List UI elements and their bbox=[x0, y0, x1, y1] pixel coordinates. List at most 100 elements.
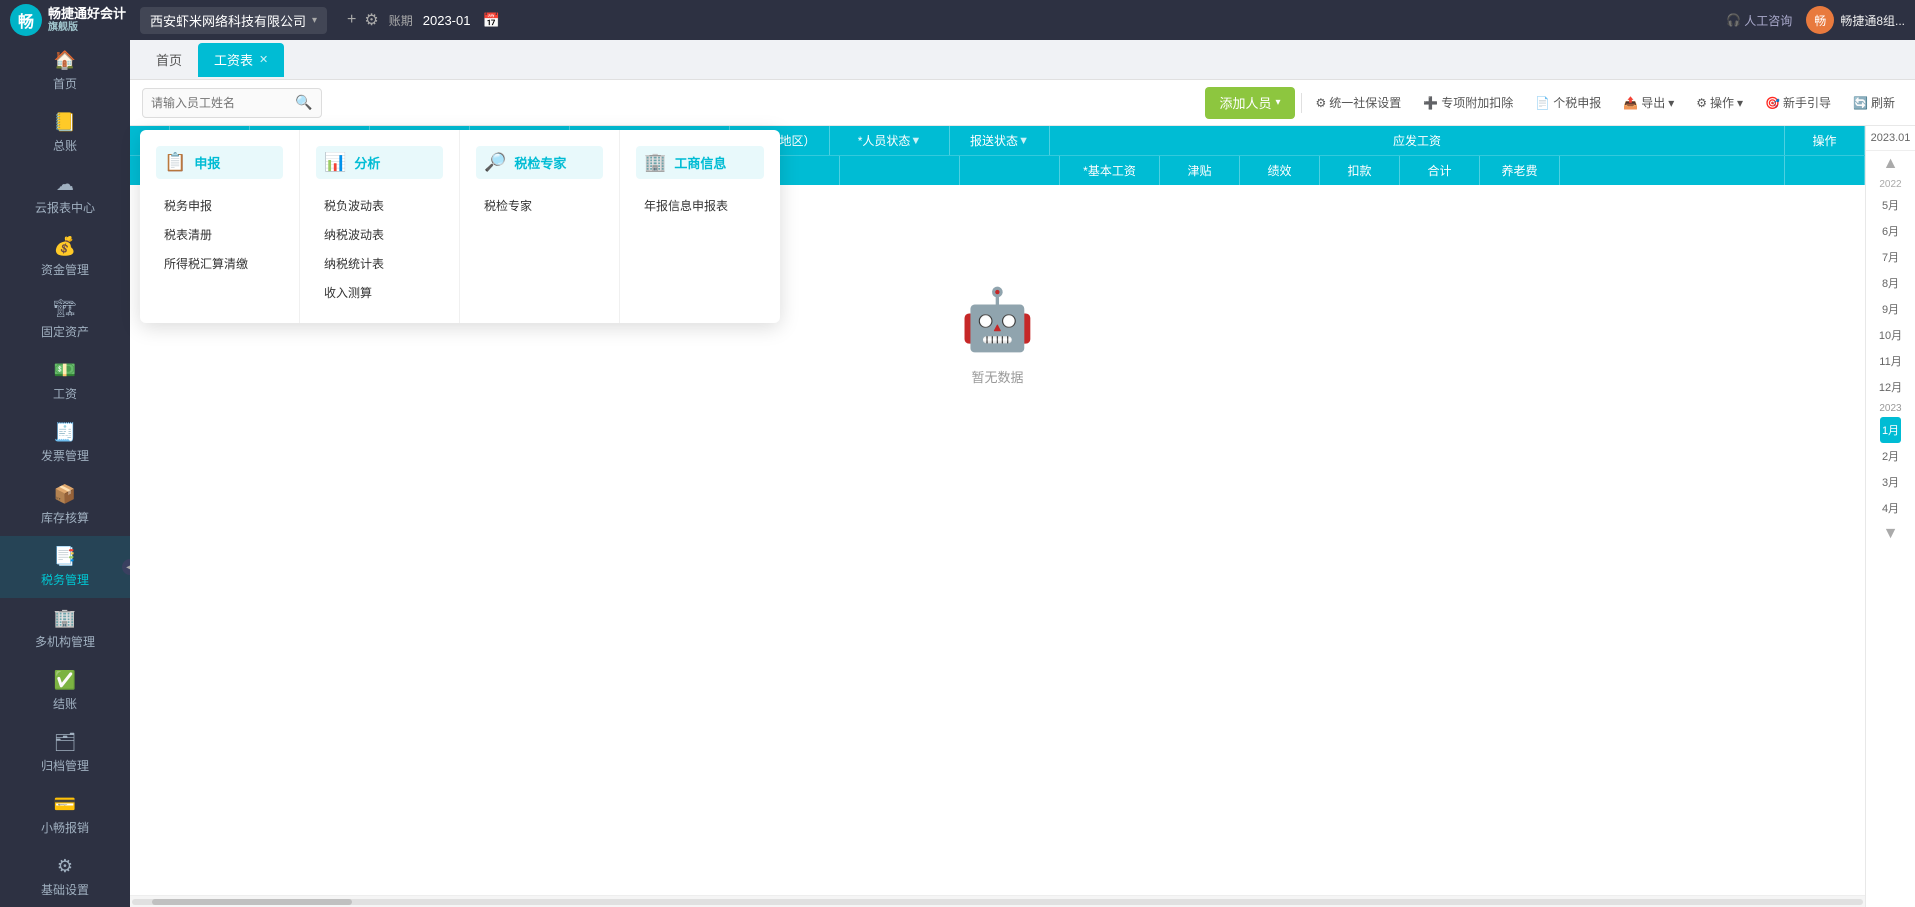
timeline-month-8月[interactable]: 8月 bbox=[1877, 270, 1904, 296]
popup-item-税负波动表[interactable]: 税负波动表 bbox=[316, 191, 443, 220]
sidebar-label-inventory: 库存核算 bbox=[41, 509, 89, 526]
add-person-button[interactable]: 添加人员 ▾ bbox=[1205, 87, 1294, 119]
export-btn[interactable]: 📤 导出 ▾ bbox=[1615, 90, 1682, 115]
popup-item-所得税汇算清缴[interactable]: 所得税汇算清缴 bbox=[156, 249, 283, 278]
period-value[interactable]: 2023-01 bbox=[423, 13, 471, 28]
timeline-year-label: 2022 bbox=[1877, 177, 1903, 192]
timeline-month-5月[interactable]: 5月 bbox=[1877, 192, 1904, 218]
tax-icon: 📑 bbox=[54, 546, 76, 567]
tab-close-icon[interactable]: ✕ bbox=[259, 53, 268, 66]
th-perf: 绩效 bbox=[1240, 156, 1320, 185]
social-insurance-btn[interactable]: ⚙ 统一社保设置 bbox=[1308, 90, 1410, 115]
payroll-icon: 💵 bbox=[54, 360, 76, 381]
export-icon: 📤 bbox=[1623, 96, 1638, 110]
th-wages-group: 应发工资 bbox=[1050, 126, 1785, 155]
timeline-nav-down[interactable]: ▼ bbox=[1879, 521, 1903, 547]
th-sub-op bbox=[1785, 156, 1865, 185]
sidebar-label-settlement: 结账 bbox=[53, 695, 77, 712]
operate-btn[interactable]: ⚙ 操作 ▾ bbox=[1688, 90, 1751, 115]
sidebar-item-multi_org[interactable]: 🏢 多机构管理 bbox=[0, 598, 130, 660]
sidebar-item-marketing[interactable]: 💳 小畅报销 bbox=[0, 784, 130, 846]
settlement-icon: ✅ bbox=[54, 670, 76, 691]
popup-section-icon-business_info: 🏢 bbox=[644, 152, 666, 173]
add-company-icon[interactable]: + bbox=[347, 11, 356, 29]
special-deduction-btn[interactable]: ➕ 专项附加扣除 bbox=[1415, 90, 1521, 115]
sidebar-label-basic_settings: 基础设置 bbox=[41, 881, 89, 898]
popup-item-纳税统计表[interactable]: 纳税统计表 bbox=[316, 249, 443, 278]
popup-item-税务申报[interactable]: 税务申报 bbox=[156, 191, 283, 220]
filter-icon-report: ▼ bbox=[1018, 135, 1029, 147]
timeline-month-11月[interactable]: 11月 bbox=[1877, 348, 1904, 374]
th-allowance: 津贴 bbox=[1160, 156, 1240, 185]
sidebar-label-cloud_report: 云报表中心 bbox=[35, 199, 95, 216]
tab-payroll[interactable]: 工资表 ✕ bbox=[198, 43, 284, 77]
sidebar-item-fund[interactable]: 💰 资金管理 bbox=[0, 226, 130, 288]
period-edit-icon[interactable]: 📅 bbox=[482, 12, 499, 29]
popup-section-analysis: 📊 分析 税负波动表纳税波动表纳税统计表收入测算 bbox=[300, 130, 460, 323]
search-icon: 🔍 bbox=[295, 94, 312, 111]
popup-section-business_info: 🏢 工商信息 年报信息申报表 bbox=[620, 130, 780, 323]
sidebar-item-tax[interactable]: 📑 税务管理 ◀ bbox=[0, 536, 130, 598]
scrollbar-area bbox=[130, 895, 1865, 907]
marketing-icon: 💳 bbox=[54, 794, 76, 815]
sidebar-item-archive[interactable]: 🗂 归档管理 bbox=[0, 722, 130, 784]
popup-item-年报信息申报表[interactable]: 年报信息申报表 bbox=[636, 191, 764, 220]
scroll-thumb[interactable] bbox=[152, 899, 352, 905]
timeline-month-9月[interactable]: 9月 bbox=[1877, 296, 1904, 322]
operate-icon: ⚙ bbox=[1696, 96, 1707, 110]
sidebar-item-settlement[interactable]: ✅ 结账 bbox=[0, 660, 130, 722]
add-btn-arrow-icon: ▾ bbox=[1276, 97, 1281, 108]
popup-item-纳税波动表[interactable]: 纳税波动表 bbox=[316, 220, 443, 249]
guide-btn[interactable]: 🎯 新手引导 bbox=[1757, 90, 1839, 115]
timeline-month-6月[interactable]: 6月 bbox=[1877, 218, 1904, 244]
timeline-nav-up[interactable]: ▲ bbox=[1879, 151, 1903, 177]
sidebar-label-payroll: 工资 bbox=[53, 385, 77, 402]
th-report-status[interactable]: 报送状态 ▼ bbox=[950, 126, 1050, 155]
period-label: 账期 bbox=[389, 12, 413, 29]
human-service-btn[interactable]: 🎧 人工咨询 bbox=[1726, 12, 1792, 29]
popup-item-税检专家[interactable]: 税检专家 bbox=[476, 191, 603, 220]
scroll-track[interactable] bbox=[132, 899, 1863, 905]
settings-icon[interactable]: ⚙ bbox=[364, 10, 378, 30]
timeline-month-10月[interactable]: 10月 bbox=[1877, 322, 1904, 348]
sidebar-item-cloud_report[interactable]: ☁ 云报表中心 bbox=[0, 164, 130, 226]
th-status[interactable]: *人员状态 ▼ bbox=[830, 126, 950, 155]
tab-home[interactable]: 首页 bbox=[140, 43, 198, 77]
sidebar-item-inventory[interactable]: 📦 库存核算 bbox=[0, 474, 130, 536]
sidebar-collapse-btn[interactable]: ◀ bbox=[122, 559, 130, 575]
user-info[interactable]: 畅 畅捷通8组... bbox=[1806, 6, 1905, 34]
popup-section-label-analysis: 分析 bbox=[354, 153, 380, 172]
timeline-month-curr-3月[interactable]: 3月 bbox=[1880, 469, 1901, 495]
social-icon: ⚙ bbox=[1316, 96, 1327, 110]
sidebar-label-marketing: 小畅报销 bbox=[41, 819, 89, 836]
sidebar-item-payroll[interactable]: 💵 工资 bbox=[0, 350, 130, 412]
timeline-month-curr-4月[interactable]: 4月 bbox=[1880, 495, 1901, 521]
sidebar-item-fixed_assets[interactable]: 🏗 固定资产 bbox=[0, 288, 130, 350]
search-input[interactable] bbox=[151, 96, 291, 110]
sidebar-label-multi_org: 多机构管理 bbox=[35, 633, 95, 650]
timeline-month-12月[interactable]: 12月 bbox=[1877, 374, 1904, 400]
user-name: 畅捷通8组... bbox=[1840, 12, 1905, 29]
timeline-month-7月[interactable]: 7月 bbox=[1877, 244, 1904, 270]
sidebar-item-invoice[interactable]: 🧾 发票管理 bbox=[0, 412, 130, 474]
sidebar-label-invoice: 发票管理 bbox=[41, 447, 89, 464]
sidebar-item-basic_settings[interactable]: ⚙ 基础设置 bbox=[0, 846, 130, 907]
prev-months: 5月6月7月8月9月10月11月12月 bbox=[1877, 192, 1904, 400]
company-selector[interactable]: 西安虾米网络科技有限公司 ▾ bbox=[140, 7, 327, 34]
th-pension: 养老费 bbox=[1480, 156, 1560, 185]
popup-item-收入测算[interactable]: 收入测算 bbox=[316, 278, 443, 307]
timeline-month-curr-1月[interactable]: 1月 bbox=[1880, 417, 1901, 443]
popup-item-税表清册[interactable]: 税表清册 bbox=[156, 220, 283, 249]
company-dropdown-icon: ▾ bbox=[312, 15, 317, 26]
inventory-icon: 📦 bbox=[54, 484, 76, 505]
tax-declaration-btn[interactable]: 📄 个税申报 bbox=[1527, 90, 1609, 115]
sidebar-item-ledger[interactable]: 📒 总账 bbox=[0, 102, 130, 164]
toolbar-divider-1 bbox=[1301, 93, 1302, 113]
refresh-btn[interactable]: 🔄 刷新 bbox=[1845, 90, 1903, 115]
guide-icon: 🎯 bbox=[1765, 96, 1780, 110]
multi_org-icon: 🏢 bbox=[54, 608, 76, 629]
timeline-month-curr-2月[interactable]: 2月 bbox=[1880, 443, 1901, 469]
sidebar-label-fixed_assets: 固定资产 bbox=[41, 323, 89, 340]
sidebar-item-home[interactable]: 🏠 首页 bbox=[0, 40, 130, 102]
th-total: 合计 bbox=[1400, 156, 1480, 185]
